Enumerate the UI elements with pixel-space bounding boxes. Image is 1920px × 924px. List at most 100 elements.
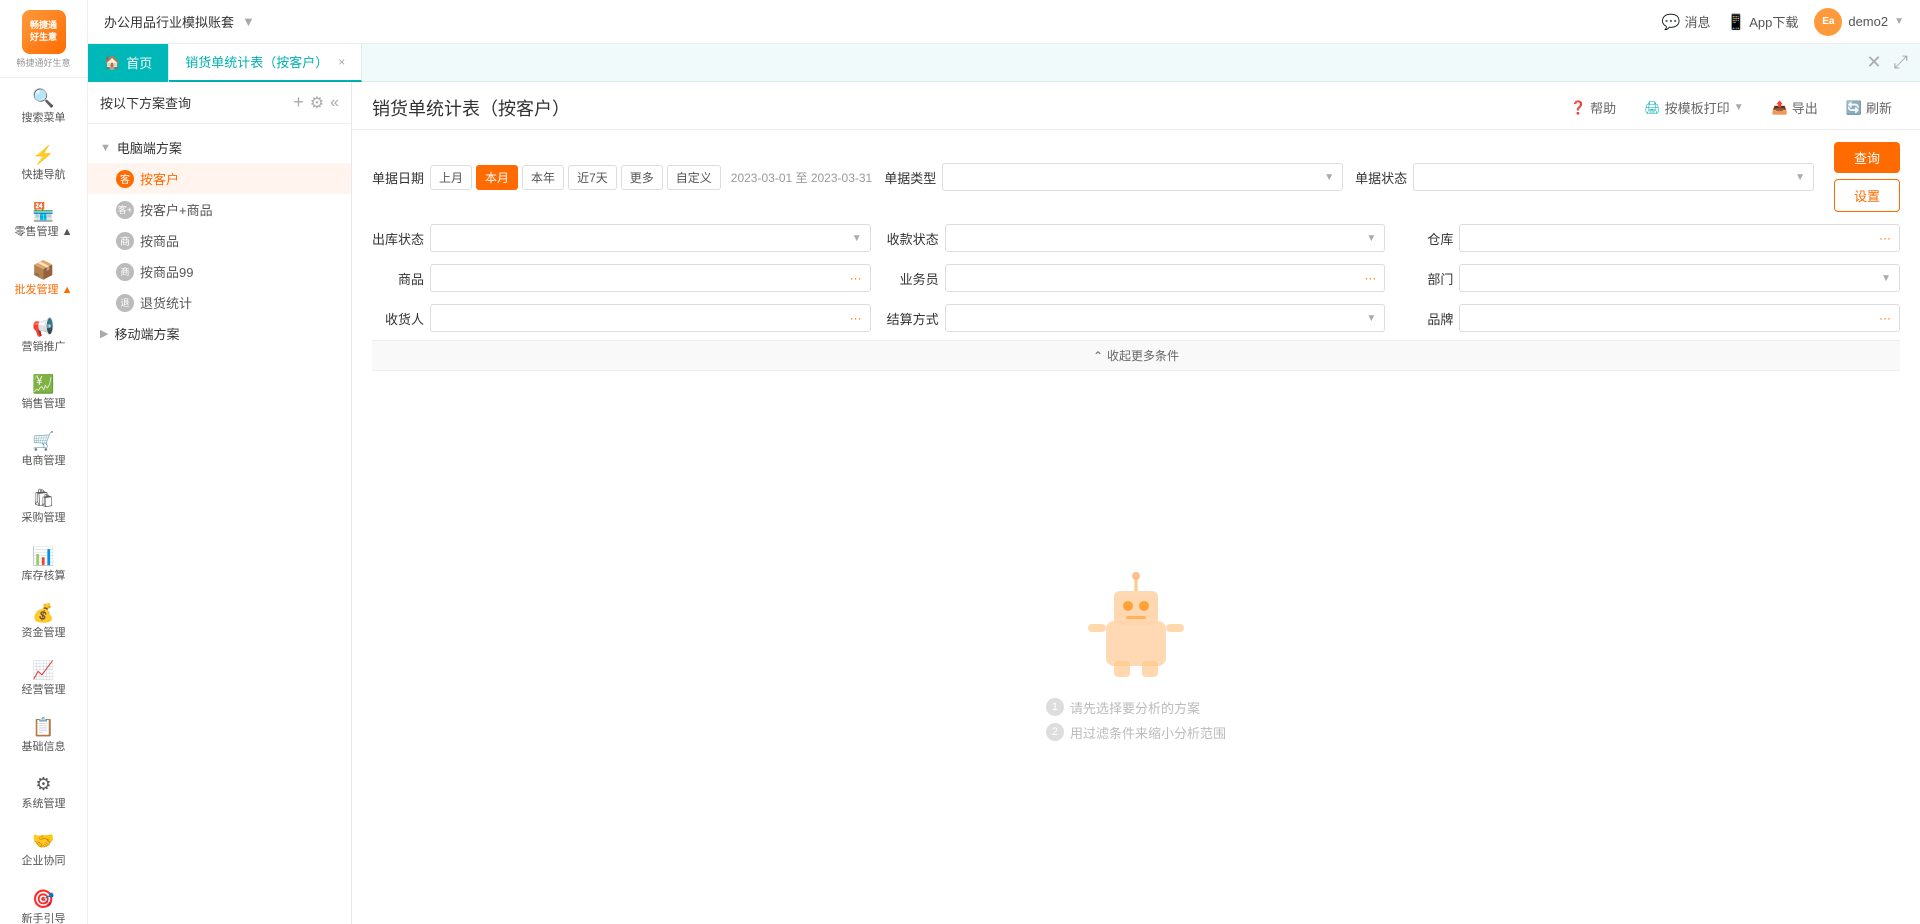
scheme-item-label-return: 退货统计: [140, 293, 339, 312]
app-download-button[interactable]: 📱 App下载: [1727, 12, 1799, 31]
sidebar-item-12[interactable]: ⚙ 系统管理: [0, 764, 87, 821]
warehouse-input[interactable]: ···: [1459, 224, 1900, 252]
scheme-item-goods99[interactable]: 商 按商品99: [88, 256, 351, 287]
scheme-mobile-expand-icon: ▶: [100, 327, 108, 340]
date-btn-more[interactable]: 更多: [621, 165, 663, 190]
date-btn-last-7days[interactable]: 近7天: [568, 165, 617, 190]
sidebar-icon-2: 🏪: [32, 202, 54, 223]
sidebar-item-10[interactable]: 📈 经营管理: [0, 650, 87, 707]
sidebar-item-14[interactable]: 🎯 新手引导: [0, 879, 87, 924]
scheme-group-expand-icon: ▼: [100, 142, 111, 154]
header-dropdown-icon[interactable]: ▼: [242, 14, 255, 29]
sidebar-icon-7: 🛍: [32, 488, 55, 509]
scheme-mobile-group-label: 移动端方案: [114, 324, 179, 343]
scheme-item-return[interactable]: 退 退货统计: [88, 287, 351, 318]
scheme-mobile-group: ▶ 移动端方案: [88, 318, 351, 349]
sidebar-item-2[interactable]: 🏪 零售管理 ▲: [0, 192, 87, 249]
scheme-settings-button[interactable]: ⚙: [310, 93, 324, 113]
staff-label: 业务员: [887, 269, 939, 288]
sidebar-icon-12: ⚙: [35, 774, 51, 795]
tab-active[interactable]: 销货单统计表（按客户） ×: [169, 44, 362, 82]
sidebar-icon-5: 💹: [32, 374, 54, 395]
date-range-text: 2023-03-01 至 2023-03-31: [731, 169, 872, 186]
payment-status-cell: 收款状态 ▼: [887, 224, 1386, 252]
logo-text: 畅捷通好生意: [16, 56, 70, 69]
goods-input[interactable]: ···: [430, 264, 871, 292]
tab-maximize-icon[interactable]: ⤢: [1890, 50, 1912, 75]
brand-input[interactable]: ···: [1459, 304, 1900, 332]
order-type-arrow: ▼: [1324, 172, 1334, 183]
scheme-item-customer[interactable]: 客 按客户: [88, 163, 351, 194]
collapse-icon: ⌃: [1093, 349, 1103, 363]
tab-home[interactable]: 🏠 首页: [88, 44, 169, 82]
settings-button[interactable]: 设置: [1834, 179, 1900, 212]
goods-cell: 商品 ···: [372, 264, 871, 292]
scheme-add-button[interactable]: +: [293, 92, 304, 113]
export-button[interactable]: 📤 导出: [1764, 94, 1826, 121]
sidebar: 畅捷通好生意 畅捷通好生意 🔍 搜索菜单 ⚡ 快捷导航 🏪 零售管理 ▲ 📦 批…: [0, 0, 88, 924]
sidebar-item-8[interactable]: 📊 库存核算: [0, 536, 87, 593]
scheme-tree: ▼ 电脑端方案 客 按客户 客+ 按客户+商品 商 按商品: [88, 124, 351, 357]
payment-status-select[interactable]: ▼: [945, 224, 1386, 252]
help-button[interactable]: ❓ 帮助: [1562, 94, 1624, 121]
scheme-item-icon-return: 退: [116, 294, 134, 312]
out-status-select[interactable]: ▼: [430, 224, 871, 252]
user-profile[interactable]: Ea demo2 ▼: [1814, 8, 1904, 36]
user-name: demo2: [1848, 14, 1888, 29]
recipient-input[interactable]: ···: [430, 304, 871, 332]
recipient-cell: 收货人 ···: [372, 304, 871, 332]
order-status-select[interactable]: ▼: [1413, 163, 1814, 191]
print-icon: 🖨: [1644, 100, 1661, 116]
sidebar-icon-0: 🔍: [32, 88, 54, 109]
print-button[interactable]: 🖨 按模板打印 ▼: [1636, 94, 1751, 121]
date-btn-current-year[interactable]: 本年: [522, 165, 564, 190]
scheme-collapse-button[interactable]: «: [330, 94, 339, 112]
help-label: 帮助: [1590, 98, 1616, 117]
tab-home-label: 首页: [126, 53, 152, 72]
goods-dots: ···: [850, 271, 862, 285]
sidebar-item-0[interactable]: 🔍 搜索菜单: [0, 78, 87, 135]
print-label: 按模板打印: [1665, 98, 1730, 117]
filter-row-4: 收货人 ··· 结算方式 ▼ 品牌: [372, 304, 1900, 332]
staff-input[interactable]: ···: [945, 264, 1386, 292]
sidebar-item-7[interactable]: 🛍 采购管理: [0, 478, 87, 535]
sidebar-icon-14: 🎯: [32, 889, 54, 910]
sidebar-label-5: 销售管理: [22, 398, 66, 411]
collapse-bar[interactable]: ⌃ 收起更多条件: [372, 340, 1900, 371]
dept-select[interactable]: ▼: [1459, 264, 1900, 292]
sidebar-label-7: 采购管理: [22, 512, 66, 525]
sidebar-label-6: 电商管理: [22, 455, 66, 468]
sidebar-item-9[interactable]: 💰 资金管理: [0, 593, 87, 650]
sidebar-item-1[interactable]: ⚡ 快捷导航: [0, 135, 87, 192]
refresh-button[interactable]: 🔄 刷新: [1838, 94, 1900, 121]
date-btn-last-month[interactable]: 上月: [430, 165, 472, 190]
scheme-desktop-group-header[interactable]: ▼ 电脑端方案: [88, 132, 351, 163]
message-button[interactable]: 💬 消息: [1662, 12, 1711, 31]
query-button[interactable]: 查询: [1834, 142, 1900, 173]
scheme-item-goods[interactable]: 商 按商品: [88, 225, 351, 256]
sidebar-icon-10: 📈: [32, 660, 54, 681]
sidebar-label-9: 资金管理: [22, 627, 66, 640]
logo-icon[interactable]: 畅捷通好生意: [22, 10, 66, 54]
sidebar-item-13[interactable]: 🤝 企业协同: [0, 821, 87, 878]
sidebar-icon-4: 📢: [32, 317, 54, 338]
sidebar-item-4[interactable]: 📢 营销推广: [0, 307, 87, 364]
sidebar-item-3[interactable]: 📦 批发管理 ▲: [0, 250, 87, 307]
order-type-select[interactable]: ▼: [942, 163, 1343, 191]
date-btn-current-month[interactable]: 本月: [476, 165, 518, 190]
sidebar-item-6[interactable]: 🛒 电商管理: [0, 421, 87, 478]
scheme-mobile-group-header[interactable]: ▶ 移动端方案: [88, 318, 351, 349]
sidebar-item-5[interactable]: 💹 销售管理: [0, 364, 87, 421]
settle-select[interactable]: ▼: [945, 304, 1386, 332]
scheme-item-label-goods: 按商品: [140, 231, 339, 250]
page-title: 销货单统计表（按客户）: [372, 95, 570, 121]
scheme-item-icon-goods99: 商: [116, 263, 134, 281]
scheme-item-customer-goods[interactable]: 客+ 按客户+商品: [88, 194, 351, 225]
message-icon: 💬: [1662, 13, 1681, 31]
tab-close-icon[interactable]: ×: [338, 55, 345, 69]
date-btn-custom[interactable]: 自定义: [667, 165, 721, 190]
query-btn-area: 查询 设置: [1834, 142, 1900, 212]
help-icon: ❓: [1570, 100, 1586, 116]
tab-close-all-icon[interactable]: ✕: [1863, 50, 1886, 75]
sidebar-item-11[interactable]: 📋 基础信息: [0, 707, 87, 764]
